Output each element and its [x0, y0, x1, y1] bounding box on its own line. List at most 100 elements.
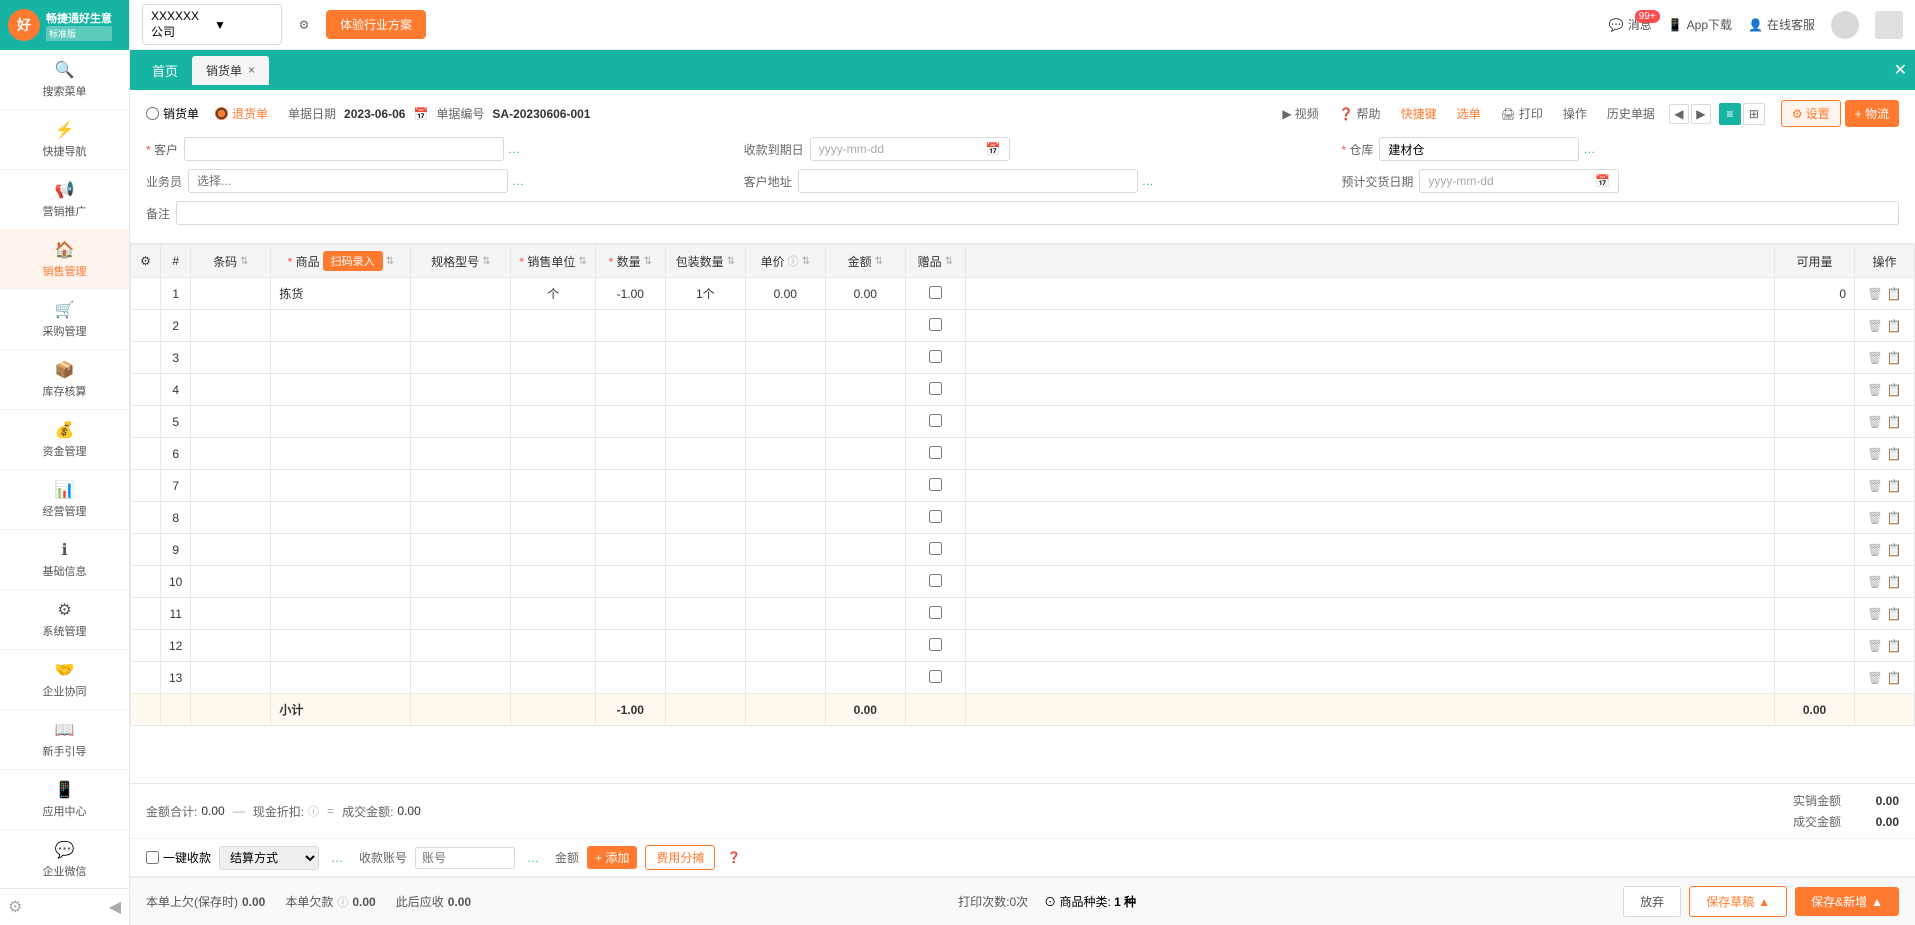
- scan-button[interactable]: 扫码录入: [323, 251, 383, 271]
- row-delete-icon[interactable]: 🗑: [1867, 287, 1882, 301]
- sidebar-item-inventory[interactable]: 📦 库存核算: [0, 350, 129, 410]
- nav-next[interactable]: ▶: [1691, 104, 1711, 124]
- logistics-button[interactable]: + 物流: [1845, 100, 1899, 127]
- calc-method-select[interactable]: 结算方式: [219, 846, 319, 870]
- row-copy-icon[interactable]: 📋: [1887, 639, 1902, 653]
- sidebar-item-guide[interactable]: 📖 新手引导: [0, 710, 129, 770]
- row-copy-icon[interactable]: 📋: [1887, 447, 1902, 461]
- sidebar-item-quick-nav[interactable]: ⚡ 快捷导航: [0, 110, 129, 170]
- tab-bar-close-icon[interactable]: ✕: [1894, 60, 1907, 80]
- amount-sort-icon[interactable]: ⇅: [875, 256, 883, 267]
- salesman-dots[interactable]: …: [512, 174, 524, 188]
- sidebar-gear-icon[interactable]: ⚙: [8, 897, 22, 917]
- save-new-button[interactable]: 保存&新增 ▲: [1795, 887, 1899, 916]
- view-list-btn[interactable]: ≡: [1719, 103, 1741, 125]
- row-delete-icon[interactable]: 🗑: [1867, 383, 1882, 397]
- sidebar-item-finance[interactable]: 💰 资金管理: [0, 410, 129, 470]
- sidebar-item-collab[interactable]: 🤝 企业协同: [0, 650, 129, 710]
- sidebar-item-marketing[interactable]: 📢 营销推广: [0, 170, 129, 230]
- sidebar-item-basic[interactable]: ℹ 基础信息: [0, 530, 129, 590]
- warehouse-input[interactable]: [1379, 137, 1579, 161]
- customer-addr-input[interactable]: [798, 169, 1138, 193]
- barcode-sort-icon[interactable]: ⇅: [240, 256, 248, 267]
- setting-button[interactable]: ⚙ 设置: [1781, 100, 1841, 127]
- view-grid-btn[interactable]: ⊞: [1743, 103, 1765, 125]
- spec-sort-icon[interactable]: ⇅: [482, 256, 490, 267]
- tab-close-icon[interactable]: ×: [248, 63, 255, 77]
- customer-input[interactable]: [184, 137, 504, 161]
- unit-sort-icon[interactable]: ⇅: [578, 256, 586, 267]
- radio-return[interactable]: 退货单: [215, 105, 268, 122]
- header-gear-button[interactable]: ⚙: [290, 11, 318, 39]
- price-sort-icon[interactable]: ⇅: [802, 256, 810, 267]
- sidebar-item-purchase[interactable]: 🛒 采购管理: [0, 290, 129, 350]
- expense-button[interactable]: 费用分摊: [645, 845, 715, 870]
- tab-home[interactable]: 首页: [138, 55, 192, 86]
- warehouse-dots[interactable]: …: [1583, 142, 1595, 156]
- shortcut-button[interactable]: 快捷键: [1395, 103, 1443, 124]
- one-click-payment[interactable]: 一键收款: [146, 849, 211, 866]
- account-dots[interactable]: …: [527, 851, 539, 865]
- app-download-button[interactable]: 📱 App下载: [1668, 16, 1732, 33]
- row-copy-icon[interactable]: 📋: [1887, 511, 1902, 525]
- online-service-button[interactable]: 👤 在线客服: [1748, 16, 1815, 33]
- row-delete-icon[interactable]: 🗑: [1867, 511, 1882, 525]
- sidebar-item-system[interactable]: ⚙ 系统管理: [0, 590, 129, 650]
- customer-dots[interactable]: …: [508, 142, 520, 156]
- row-copy-icon[interactable]: 📋: [1887, 351, 1902, 365]
- message-button[interactable]: 💬 消息 99+: [1609, 16, 1652, 33]
- abandon-button[interactable]: 放弃: [1623, 886, 1681, 917]
- qty-sort-icon[interactable]: ⇅: [644, 256, 652, 267]
- due-info-icon[interactable]: ⓘ: [337, 894, 348, 910]
- salesman-input[interactable]: [188, 169, 508, 193]
- history-button[interactable]: 历史单据: [1601, 103, 1661, 124]
- one-click-checkbox[interactable]: [146, 851, 159, 864]
- row-delete-icon[interactable]: 🗑: [1867, 479, 1882, 493]
- row-delete-icon[interactable]: 🗑: [1867, 639, 1882, 653]
- row-copy-icon[interactable]: 📋: [1887, 575, 1902, 589]
- row-copy-icon[interactable]: 📋: [1887, 607, 1902, 621]
- row-delete-icon[interactable]: 🗑: [1867, 671, 1882, 685]
- sidebar-item-search[interactable]: 🔍 搜索菜单: [0, 50, 129, 110]
- row-delete-icon[interactable]: 🗑: [1867, 415, 1882, 429]
- sidebar-item-wechat[interactable]: 💬 企业微信: [0, 830, 129, 888]
- account-input[interactable]: [415, 847, 515, 869]
- sidebar-item-sales[interactable]: 🏠 销售管理: [0, 230, 129, 290]
- sidebar-item-apps[interactable]: 📱 应用中心: [0, 770, 129, 830]
- row-copy-icon[interactable]: 📋: [1887, 543, 1902, 557]
- trial-button[interactable]: 体验行业方案: [326, 10, 426, 39]
- gift-sort-icon[interactable]: ⇅: [945, 256, 953, 267]
- row-copy-icon[interactable]: 📋: [1887, 383, 1902, 397]
- row-delete-icon[interactable]: 🗑: [1867, 319, 1882, 333]
- row-delete-icon[interactable]: 🗑: [1867, 575, 1882, 589]
- print-button[interactable]: 🖨 打印: [1495, 103, 1549, 124]
- save-draft-button[interactable]: 保存草稿 ▲: [1689, 886, 1787, 917]
- tab-sale-order[interactable]: 销货单 ×: [192, 56, 269, 85]
- pkg-sort-icon[interactable]: ⇅: [727, 256, 735, 267]
- row-delete-icon[interactable]: 🗑: [1867, 543, 1882, 557]
- row-delete-icon[interactable]: 🗑: [1867, 607, 1882, 621]
- price-info-icon[interactable]: ⓘ: [788, 253, 799, 269]
- row-delete-icon[interactable]: 🗑: [1867, 351, 1882, 365]
- calc-method-dots[interactable]: …: [331, 851, 343, 865]
- row-copy-icon[interactable]: 📋: [1887, 415, 1902, 429]
- user-avatar[interactable]: [1831, 11, 1859, 39]
- row-copy-icon[interactable]: 📋: [1887, 671, 1902, 685]
- sidebar-collapse-icon[interactable]: ◀: [109, 897, 121, 917]
- row-delete-icon[interactable]: 🗑: [1867, 447, 1882, 461]
- row-copy-icon[interactable]: 📋: [1887, 319, 1902, 333]
- due-date-input[interactable]: yyyy-mm-dd 📅: [810, 137, 1010, 161]
- product-sort-icon[interactable]: ⇅: [386, 256, 394, 267]
- expense-info-icon[interactable]: ❓: [727, 851, 741, 864]
- nav-prev[interactable]: ◀: [1669, 104, 1689, 124]
- remark-input[interactable]: [176, 201, 1899, 225]
- th-gear[interactable]: ⚙: [131, 245, 161, 278]
- delivery-date-input[interactable]: yyyy-mm-dd 📅: [1419, 169, 1619, 193]
- sidebar-item-operation[interactable]: 📊 经营管理: [0, 470, 129, 530]
- row-copy-icon[interactable]: 📋: [1887, 287, 1902, 301]
- user-menu-icon[interactable]: [1875, 11, 1903, 39]
- addr-dots[interactable]: …: [1142, 174, 1154, 188]
- discount-info-icon[interactable]: ⓘ: [308, 803, 319, 819]
- help-button[interactable]: ❓ 帮助: [1333, 103, 1387, 124]
- row-copy-icon[interactable]: 📋: [1887, 479, 1902, 493]
